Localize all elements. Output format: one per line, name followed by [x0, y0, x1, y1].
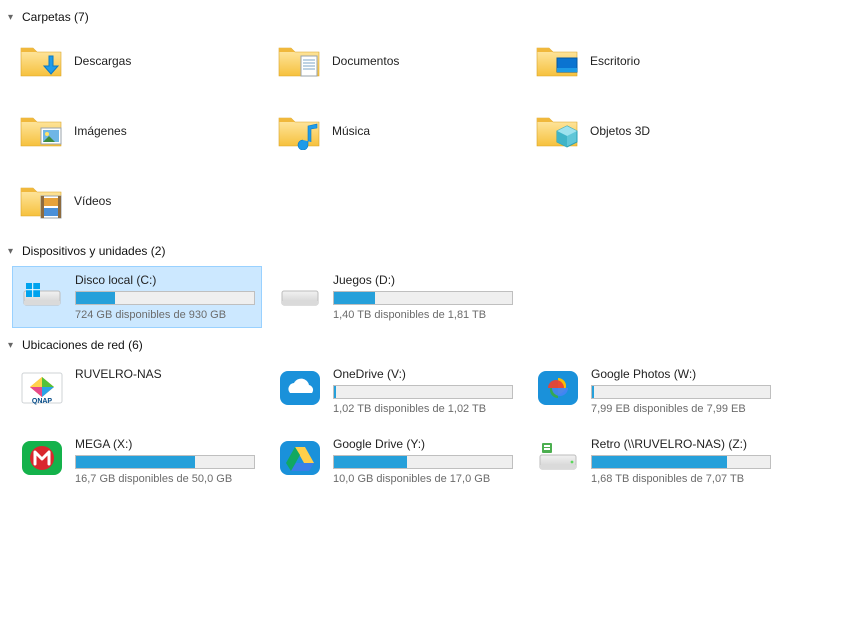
network-grid: QNAP RUVELRO-NAS OneDrive (V:) 1,02 TB d… — [8, 358, 843, 498]
storage-bar — [591, 385, 771, 399]
folder-item[interactable]: Música — [270, 104, 520, 158]
drive-name: Google Photos (W:) — [591, 367, 771, 381]
gdrive-icon — [277, 437, 323, 479]
storage-bar — [333, 291, 513, 305]
drive-name: MEGA (X:) — [75, 437, 255, 451]
onedrive-icon — [277, 367, 323, 409]
storage-bar — [75, 455, 255, 469]
drive-name: Disco local (C:) — [75, 273, 255, 287]
qnap-icon: QNAP — [19, 367, 65, 409]
section-title: Ubicaciones de red (6) — [22, 338, 143, 352]
videos-icon — [18, 180, 64, 222]
drive-item[interactable]: Disco local (C:) 724 GB disponibles de 9… — [12, 266, 262, 328]
storage-bar — [75, 291, 255, 305]
drive-name: OneDrive (V:) — [333, 367, 513, 381]
chevron-down-icon: ▾ — [8, 246, 18, 257]
drive-name: Retro (\\RUVELRO-NAS) (Z:) — [591, 437, 771, 451]
folder-item[interactable]: Imágenes — [12, 104, 262, 158]
network-device-item[interactable]: QNAP RUVELRO-NAS — [12, 360, 262, 422]
pictures-icon — [18, 110, 64, 152]
drives-grid: Disco local (C:) 724 GB disponibles de 9… — [8, 264, 843, 334]
folder-label: Descargas — [74, 54, 131, 68]
section-header-folders[interactable]: ▾ Carpetas (7) — [8, 10, 843, 24]
drive-freespace: 10,0 GB disponibles de 17,0 GB — [333, 473, 513, 485]
netdrive-icon — [535, 437, 581, 479]
folder-item[interactable]: Escritorio — [528, 34, 778, 88]
svg-text:QNAP: QNAP — [32, 398, 53, 405]
music-icon — [276, 110, 322, 152]
drive-name: Google Drive (Y:) — [333, 437, 513, 451]
os-drive-icon — [19, 273, 65, 315]
drive-freespace: 724 GB disponibles de 930 GB — [75, 309, 255, 321]
drive-freespace: 1,40 TB disponibles de 1,81 TB — [333, 309, 513, 321]
mega-icon — [19, 437, 65, 479]
downloads-icon — [18, 40, 64, 82]
folder-label: Vídeos — [74, 194, 111, 208]
folder-item[interactable]: Objetos 3D — [528, 104, 778, 158]
folder-label: Escritorio — [590, 54, 640, 68]
drive-item[interactable]: Google Drive (Y:) 10,0 GB disponibles de… — [270, 430, 520, 492]
drive-item[interactable]: Juegos (D:) 1,40 TB disponibles de 1,81 … — [270, 266, 520, 328]
folder-label: Imágenes — [74, 124, 127, 138]
storage-bar — [333, 385, 513, 399]
drive-freespace: 7,99 EB disponibles de 7,99 EB — [591, 403, 771, 415]
storage-bar — [333, 455, 513, 469]
section-title: Carpetas (7) — [22, 10, 89, 24]
folder-item[interactable]: Vídeos — [12, 174, 262, 228]
section-title: Dispositivos y unidades (2) — [22, 244, 165, 258]
drive-name: Juegos (D:) — [333, 273, 513, 287]
drive-item[interactable]: MEGA (X:) 16,7 GB disponibles de 50,0 GB — [12, 430, 262, 492]
chevron-down-icon: ▾ — [8, 12, 18, 23]
folder-label: Documentos — [332, 54, 399, 68]
folder-item[interactable]: Documentos — [270, 34, 520, 88]
drive-item[interactable]: Retro (\\RUVELRO-NAS) (Z:) 1,68 TB dispo… — [528, 430, 778, 492]
folders-grid: Descargas Documentos Escritorio Imágenes… — [8, 30, 843, 240]
chevron-down-icon: ▾ — [8, 340, 18, 351]
objects3d-icon — [534, 110, 580, 152]
section-header-drives[interactable]: ▾ Dispositivos y unidades (2) — [8, 244, 843, 258]
drive-freespace: 16,7 GB disponibles de 50,0 GB — [75, 473, 255, 485]
drive-freespace: 1,68 TB disponibles de 7,07 TB — [591, 473, 771, 485]
drive-item[interactable]: OneDrive (V:) 1,02 TB disponibles de 1,0… — [270, 360, 520, 422]
folder-label: Objetos 3D — [590, 124, 650, 138]
documents-icon — [276, 40, 322, 82]
hdd-icon — [277, 273, 323, 315]
drive-freespace: 1,02 TB disponibles de 1,02 TB — [333, 403, 513, 415]
folder-item[interactable]: Descargas — [12, 34, 262, 88]
folder-label: Música — [332, 124, 370, 138]
storage-bar — [591, 455, 771, 469]
drive-item[interactable]: Google Photos (W:) 7,99 EB disponibles d… — [528, 360, 778, 422]
gphotos-icon — [535, 367, 581, 409]
desktop-icon — [534, 40, 580, 82]
network-device-name: RUVELRO-NAS — [75, 367, 255, 381]
section-header-network[interactable]: ▾ Ubicaciones de red (6) — [8, 338, 843, 352]
